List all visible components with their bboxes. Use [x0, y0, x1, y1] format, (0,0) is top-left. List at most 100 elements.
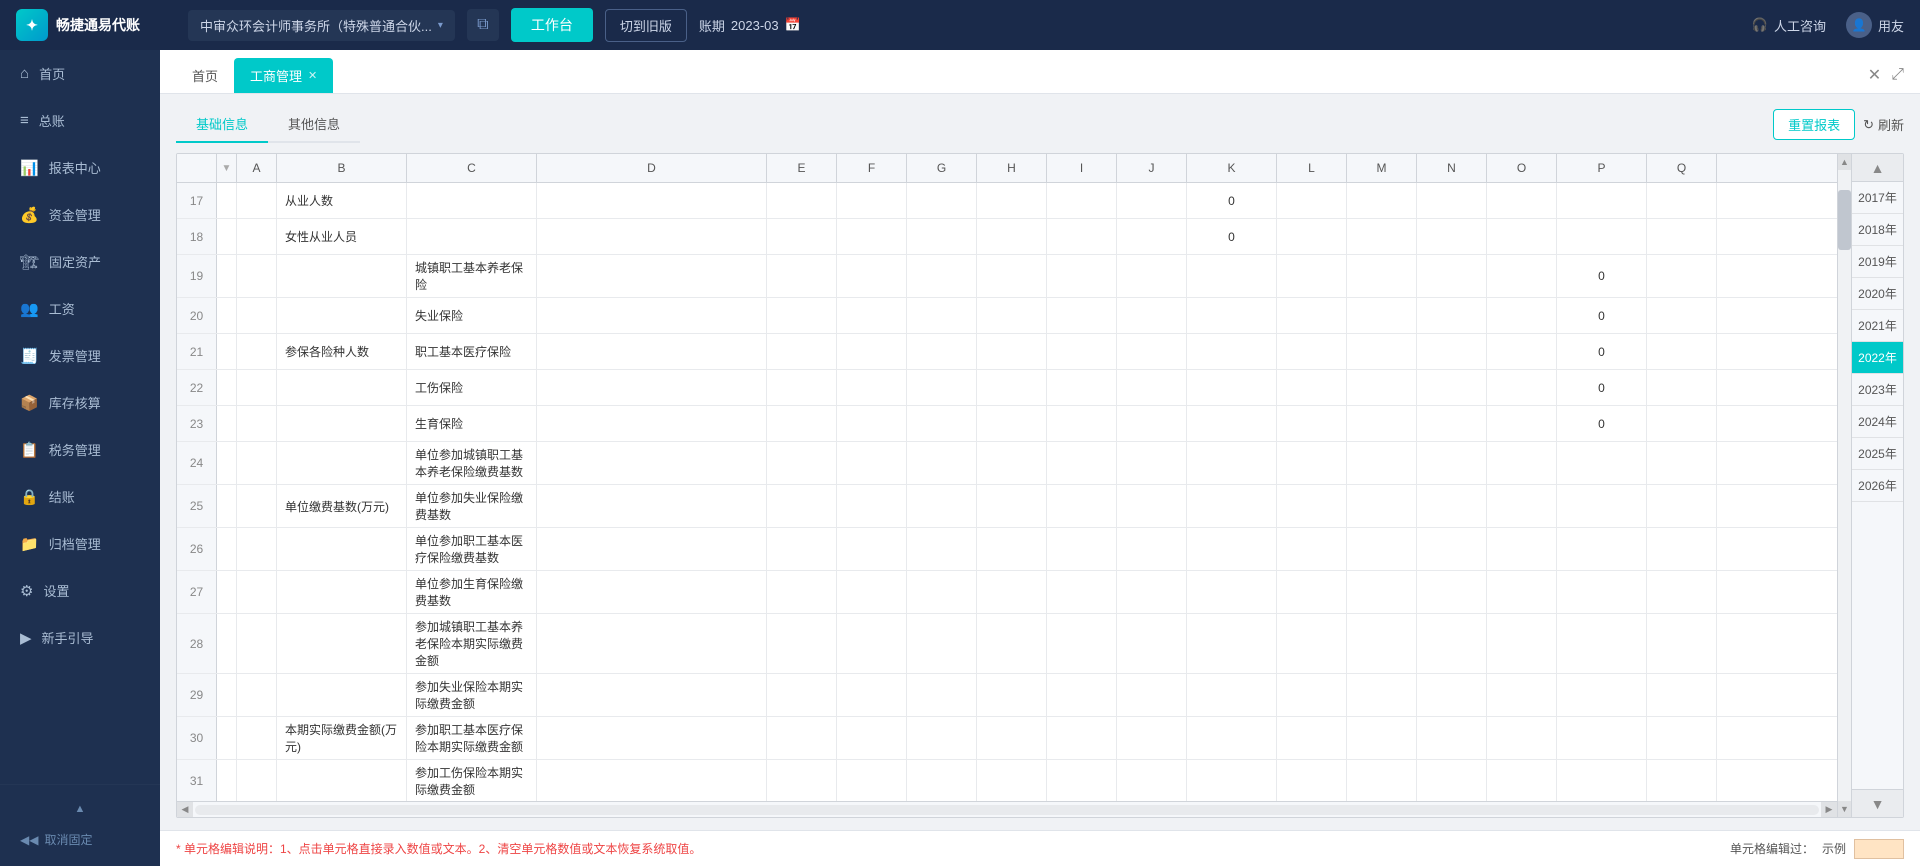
cell-19-A[interactable]: [237, 255, 277, 297]
table-row[interactable]: 27单位参加生育保险缴费基数: [177, 571, 1837, 614]
cell-29-N[interactable]: [1417, 674, 1487, 716]
table-row[interactable]: 28参加城镇职工基本养老保险本期实际缴费金额: [177, 614, 1837, 674]
cell-23-L[interactable]: [1277, 406, 1347, 441]
maximize-icon[interactable]: ⤢: [1891, 66, 1904, 84]
cell-28-I[interactable]: [1047, 614, 1117, 673]
cell-31-L[interactable]: [1277, 760, 1347, 801]
cell-18-F[interactable]: [837, 219, 907, 254]
cell-31-G[interactable]: [907, 760, 977, 801]
cell-23-C[interactable]: 生育保险: [407, 406, 537, 441]
cell-31-H[interactable]: [977, 760, 1047, 801]
cell-27-A[interactable]: [237, 571, 277, 613]
cell-20-P[interactable]: 0: [1557, 298, 1647, 333]
cell-22-H[interactable]: [977, 370, 1047, 405]
cell-17-B[interactable]: 从业人数: [277, 183, 407, 218]
cell-18-N[interactable]: [1417, 219, 1487, 254]
year-item-2020年[interactable]: 2020年: [1852, 278, 1903, 310]
cell-21-G[interactable]: [907, 334, 977, 369]
cell-31-A[interactable]: [237, 760, 277, 801]
cell-19-F[interactable]: [837, 255, 907, 297]
cell-19-I[interactable]: [1047, 255, 1117, 297]
cell-21-I[interactable]: [1047, 334, 1117, 369]
cell-21-O[interactable]: [1487, 334, 1557, 369]
cell-30-G[interactable]: [907, 717, 977, 759]
cell-17-J[interactable]: [1117, 183, 1187, 218]
switch-version-button[interactable]: 切到旧版: [605, 9, 687, 42]
cell-25-H[interactable]: [977, 485, 1047, 527]
sidebar-item-closing[interactable]: 🔒 结账: [0, 473, 160, 520]
cell-28-P[interactable]: [1557, 614, 1647, 673]
cell-31-J[interactable]: [1117, 760, 1187, 801]
cell-17-F[interactable]: [837, 183, 907, 218]
cell-24-M[interactable]: [1347, 442, 1417, 484]
cell-18-M[interactable]: [1347, 219, 1417, 254]
table-row[interactable]: 20失业保险0: [177, 298, 1837, 334]
cell-28-F[interactable]: [837, 614, 907, 673]
cell-21-C[interactable]: 职工基本医疗保险: [407, 334, 537, 369]
cell-19-L[interactable]: [1277, 255, 1347, 297]
cell-17-D[interactable]: [537, 183, 767, 218]
cell-23-Q[interactable]: [1647, 406, 1717, 441]
cell-31-O[interactable]: [1487, 760, 1557, 801]
cell-27-J[interactable]: [1117, 571, 1187, 613]
cell-17-A[interactable]: [237, 183, 277, 218]
cell-26-B[interactable]: [277, 528, 407, 570]
cell-22-G[interactable]: [907, 370, 977, 405]
cell-30-D[interactable]: [537, 717, 767, 759]
cell-27-O[interactable]: [1487, 571, 1557, 613]
cell-20-F[interactable]: [837, 298, 907, 333]
sidebar-item-archive-mgmt[interactable]: 📁 归档管理: [0, 520, 160, 567]
sidebar-item-inventory[interactable]: 📦 库存核算: [0, 379, 160, 426]
cell-24-B[interactable]: [277, 442, 407, 484]
cell-21-Q[interactable]: [1647, 334, 1717, 369]
cell-20-C[interactable]: 失业保险: [407, 298, 537, 333]
cell-25-B[interactable]: 单位缴费基数(万元): [277, 485, 407, 527]
cell-27-H[interactable]: [977, 571, 1047, 613]
cell-19-Q[interactable]: [1647, 255, 1717, 297]
reset-report-button[interactable]: 重置报表: [1773, 109, 1855, 140]
cell-19-K[interactable]: [1187, 255, 1277, 297]
cell-21-H[interactable]: [977, 334, 1047, 369]
cell-20-H[interactable]: [977, 298, 1047, 333]
cell-26-N[interactable]: [1417, 528, 1487, 570]
cell-29-L[interactable]: [1277, 674, 1347, 716]
sidebar-item-settings[interactable]: ⚙ 设置: [0, 567, 160, 614]
company-selector[interactable]: 中审众环会计师事务所（特殊普通合伙... ▾: [188, 10, 455, 41]
cell-28-M[interactable]: [1347, 614, 1417, 673]
cell-21-K[interactable]: [1187, 334, 1277, 369]
sidebar-item-fund-mgmt[interactable]: 💰 资金管理: [0, 191, 160, 238]
cell-23-B[interactable]: [277, 406, 407, 441]
cell-28-E[interactable]: [767, 614, 837, 673]
cell-25-A[interactable]: [237, 485, 277, 527]
cell-22-D[interactable]: [537, 370, 767, 405]
cell-22-E[interactable]: [767, 370, 837, 405]
cell-29-E[interactable]: [767, 674, 837, 716]
cell-20-N[interactable]: [1417, 298, 1487, 333]
cell-23-K[interactable]: [1187, 406, 1277, 441]
cell-25-D[interactable]: [537, 485, 767, 527]
cell-19-C[interactable]: 城镇职工基本养老保险: [407, 255, 537, 297]
cell-21-M[interactable]: [1347, 334, 1417, 369]
cell-17-Q[interactable]: [1647, 183, 1717, 218]
cell-24-H[interactable]: [977, 442, 1047, 484]
table-row[interactable]: 30本期实际缴费金额(万元)参加职工基本医疗保险本期实际缴费金额: [177, 717, 1837, 760]
cell-30-F[interactable]: [837, 717, 907, 759]
cell-26-H[interactable]: [977, 528, 1047, 570]
cell-30-J[interactable]: [1117, 717, 1187, 759]
cell-30-L[interactable]: [1277, 717, 1347, 759]
cell-19-G[interactable]: [907, 255, 977, 297]
sub-tab-basic-info[interactable]: 基础信息: [176, 106, 268, 143]
cell-28-B[interactable]: [277, 614, 407, 673]
cell-20-K[interactable]: [1187, 298, 1277, 333]
cell-28-J[interactable]: [1117, 614, 1187, 673]
cell-18-P[interactable]: [1557, 219, 1647, 254]
year-item-2019年[interactable]: 2019年: [1852, 246, 1903, 278]
cell-27-F[interactable]: [837, 571, 907, 613]
cell-30-N[interactable]: [1417, 717, 1487, 759]
table-row[interactable]: 24单位参加城镇职工基本养老保险缴费基数: [177, 442, 1837, 485]
cell-20-A[interactable]: [237, 298, 277, 333]
cell-23-P[interactable]: 0: [1557, 406, 1647, 441]
cell-20-G[interactable]: [907, 298, 977, 333]
table-row[interactable]: 23生育保险0: [177, 406, 1837, 442]
cell-31-M[interactable]: [1347, 760, 1417, 801]
